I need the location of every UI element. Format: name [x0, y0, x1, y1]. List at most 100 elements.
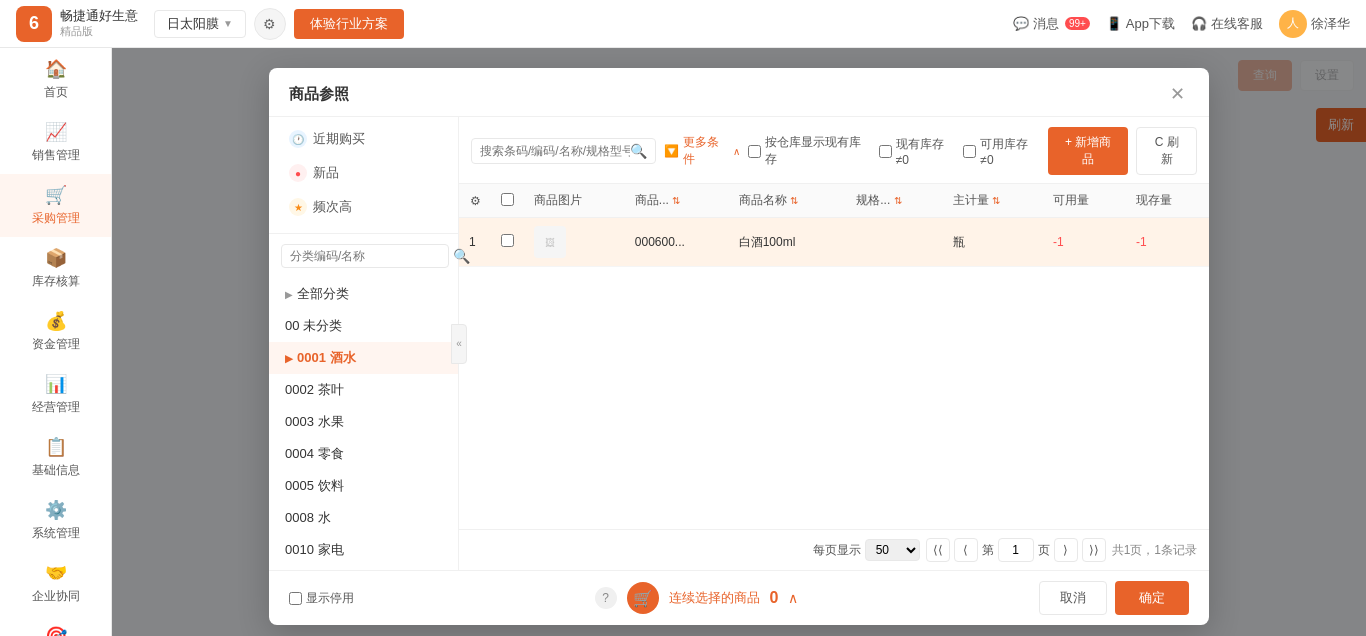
username: 徐泽华 — [1311, 15, 1350, 33]
quick-access-list: 🕐 近期购买 ● 新品 ★ 频次高 — [269, 117, 458, 229]
checkbox-available-nonzero[interactable]: 可用库存≠0 — [963, 136, 1040, 167]
modal-close-button[interactable]: ✕ — [1165, 82, 1189, 106]
th-stock: 现存量 — [1126, 184, 1209, 218]
experience-btn[interactable]: 体验行业方案 — [294, 9, 404, 39]
enterprise-icon: 🤝 — [45, 562, 67, 584]
cat-all-label: 全部分类 — [297, 285, 349, 303]
sidebar-item-purchase[interactable]: 🛒 采购管理 — [0, 174, 111, 237]
th-unit[interactable]: 主计量 ⇅ — [943, 184, 1043, 218]
filter-label: 更多条件 — [683, 134, 729, 168]
refresh-btn[interactable]: C 刷新 — [1136, 127, 1197, 175]
page-size-dropdown[interactable]: 50 100 200 — [865, 539, 920, 561]
footer-left: 显示停用 — [289, 590, 354, 607]
online-service-btn[interactable]: 🎧 在线客服 — [1191, 15, 1263, 33]
collapse-panel-button[interactable]: « — [451, 324, 467, 364]
table-row[interactable]: 1 🖼 000600... 白酒100ml 瓶 — [459, 218, 1209, 267]
cat-water[interactable]: 0008 水 — [269, 502, 458, 534]
nav-selector[interactable]: 日太阳膜 ▼ — [154, 10, 246, 38]
th-image: 商品图片 — [524, 184, 625, 218]
cat-snack[interactable]: 0004 零食 — [269, 438, 458, 470]
cancel-button[interactable]: 取消 — [1039, 581, 1107, 615]
new-icon: ● — [289, 164, 307, 182]
search-submit-icon[interactable]: 🔍 — [630, 143, 647, 159]
checkbox-warehouse-label: 按仓库显示现有库存 — [765, 134, 870, 168]
sidebar: 🏠 首页 📈 销售管理 🛒 采购管理 📦 库存核算 💰 资金管理 📊 经营管理 … — [0, 48, 112, 636]
quick-new-label: 新品 — [313, 164, 339, 182]
add-product-btn[interactable]: + 新增商品 — [1048, 127, 1128, 175]
sidebar-item-basic-info[interactable]: 📋 基础信息 — [0, 426, 111, 489]
freq-icon: ★ — [289, 198, 307, 216]
cat-all[interactable]: ▶ 全部分类 — [269, 278, 458, 310]
checkbox-available-input[interactable] — [963, 145, 976, 158]
app-download-btn[interactable]: 📱 App下载 — [1106, 15, 1175, 33]
cat-search-input[interactable] — [281, 244, 449, 268]
prev-page-btn[interactable]: ⟨ — [954, 538, 978, 562]
cell-checkbox[interactable] — [491, 218, 524, 267]
quick-freq[interactable]: ★ 频次高 — [281, 193, 446, 221]
page-label: 第 — [982, 542, 994, 559]
cat-appliance[interactable]: 0010 家电 — [269, 534, 458, 566]
cart-button[interactable]: 🛒 — [627, 582, 659, 614]
sidebar-item-enterprise[interactable]: 🤝 企业协同 — [0, 552, 111, 615]
guide-icon: 🎯 — [45, 625, 67, 636]
checkbox-stock-nonzero[interactable]: 现有库存≠0 — [879, 136, 956, 167]
cat-search-icon[interactable]: 🔍 — [453, 248, 470, 264]
checkbox-warehouse-input[interactable] — [748, 145, 761, 158]
cat-drinks[interactable]: 0005 饮料 — [269, 470, 458, 502]
user-info[interactable]: 人 徐泽华 — [1279, 10, 1350, 38]
page-total: 共1页，1条记录 — [1112, 542, 1197, 559]
th-name[interactable]: 商品名称 ⇅ — [729, 184, 847, 218]
cat-uncategorized[interactable]: 00 未分类 — [269, 310, 458, 342]
category-search: 🔍 — [269, 238, 458, 274]
th-spec[interactable]: 规格... ⇅ — [846, 184, 943, 218]
cell-spec — [846, 218, 943, 267]
row-checkbox[interactable] — [501, 234, 514, 247]
checkbox-warehouse[interactable]: 按仓库显示现有库存 — [748, 134, 870, 168]
th-name-label: 商品名称 — [739, 193, 787, 207]
continuous-label: 连续选择的商品 — [669, 589, 760, 607]
checkbox-stock-input[interactable] — [879, 145, 892, 158]
more-filters-btn[interactable]: 🔽 更多条件 ∧ — [664, 130, 740, 172]
confirm-button[interactable]: 确定 — [1115, 581, 1189, 615]
messages-btn[interactable]: 💬 消息 99+ — [1013, 15, 1090, 33]
th-code[interactable]: 商品... ⇅ — [625, 184, 729, 218]
cat-fruit[interactable]: 0003 水果 — [269, 406, 458, 438]
show-disabled-checkbox[interactable]: 显示停用 — [289, 590, 354, 607]
gear-button[interactable]: ⚙ — [254, 8, 286, 40]
cat-tea[interactable]: 0002 茶叶 — [269, 374, 458, 406]
sidebar-item-system[interactable]: ⚙️ 系统管理 — [0, 489, 111, 552]
cell-unit: 瓶 — [943, 218, 1043, 267]
sort-code-icon: ⇅ — [672, 195, 680, 206]
product-search-input[interactable] — [480, 144, 630, 158]
logo-icon: 6 — [16, 6, 52, 42]
sidebar-item-inventory[interactable]: 📦 库存核算 — [0, 237, 111, 300]
next-page-btn[interactable]: ⟩ — [1054, 538, 1078, 562]
search-bar: 🔍 🔽 更多条件 ∧ 按仓库显示现有库存 — [459, 117, 1209, 184]
quick-new[interactable]: ● 新品 — [281, 159, 446, 187]
sort-spec-icon: ⇅ — [894, 195, 902, 206]
nav-right: 💬 消息 99+ 📱 App下载 🎧 在线客服 人 徐泽华 — [1013, 10, 1350, 38]
collapse-footer-icon[interactable]: ∧ — [788, 590, 798, 606]
cell-code: 000600... — [625, 218, 729, 267]
phone-icon: 📱 — [1106, 16, 1122, 31]
messages-badge: 99+ — [1065, 17, 1090, 30]
sidebar-item-sales[interactable]: 📈 销售管理 — [0, 111, 111, 174]
sidebar-item-home[interactable]: 🏠 首页 — [0, 48, 111, 111]
quick-recent[interactable]: 🕐 近期购买 — [281, 125, 446, 153]
help-icon[interactable]: ? — [595, 587, 617, 609]
search-bar-actions: + 新增商品 C 刷新 — [1048, 127, 1197, 175]
filter-arrow-icon: ∧ — [733, 146, 740, 157]
first-page-btn[interactable]: ⟨⟨ — [926, 538, 950, 562]
sidebar-item-finance[interactable]: 💰 资金管理 — [0, 300, 111, 363]
left-panel: 🕐 近期购买 ● 新品 ★ 频次高 — [269, 117, 459, 570]
cell-image: 🖼 — [524, 218, 625, 267]
last-page-btn[interactable]: ⟩⟩ — [1082, 538, 1106, 562]
show-disabled-input[interactable] — [289, 592, 302, 605]
category-list: ▶ 全部分类 00 未分类 ▶ 0001 酒水 0002 茶 — [269, 274, 458, 570]
sidebar-item-operations[interactable]: 📊 经营管理 — [0, 363, 111, 426]
sidebar-item-guide[interactable]: 🎯 新手引导 — [0, 615, 111, 636]
show-disabled-label: 显示停用 — [306, 590, 354, 607]
cat-liquor[interactable]: ▶ 0001 酒水 — [269, 342, 458, 374]
page-number-input[interactable] — [998, 538, 1034, 562]
select-all-checkbox[interactable] — [501, 193, 514, 206]
